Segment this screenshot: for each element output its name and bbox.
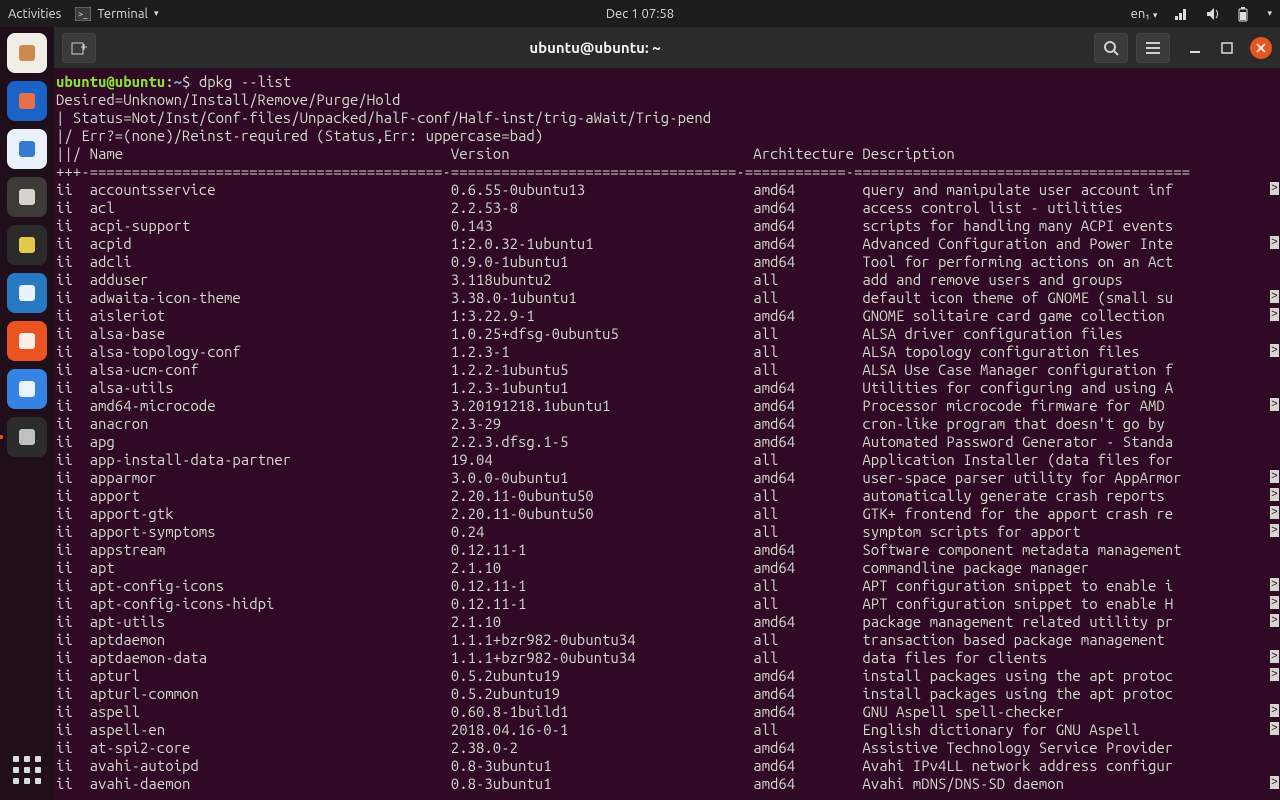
package-row: ii anacron 2.3-29 amd64 cron-like progra… bbox=[56, 415, 1173, 432]
package-row: ii acl 2.2.53-8 amd64 access control lis… bbox=[56, 199, 1123, 216]
close-button[interactable] bbox=[1250, 37, 1272, 59]
line-overflow-indicator: > bbox=[1270, 704, 1279, 717]
line-overflow-indicator: > bbox=[1270, 578, 1279, 591]
package-row: ii apt-config-icons-hidpi 0.12.11-1 all … bbox=[56, 595, 1173, 612]
maximize-icon bbox=[1221, 42, 1233, 54]
prompt-command: dpkg --list bbox=[199, 73, 291, 90]
line-overflow-indicator: > bbox=[1270, 308, 1279, 321]
system-menu-chevron-icon[interactable]: ▾ bbox=[1267, 8, 1272, 19]
activities-button[interactable]: Activities bbox=[8, 7, 61, 21]
close-icon bbox=[1256, 43, 1266, 53]
help-icon[interactable] bbox=[7, 369, 47, 409]
active-indicator bbox=[0, 435, 3, 439]
terminal-window: ubuntu@ubuntu: ~ ubuntu@ubuntu:~$ dpkg -… bbox=[54, 27, 1280, 800]
line-overflow-indicator: > bbox=[1270, 290, 1279, 303]
search-icon bbox=[1103, 40, 1119, 56]
package-row: ii accountsservice 0.6.55-0ubuntu13 amd6… bbox=[56, 181, 1173, 198]
search-button[interactable] bbox=[1094, 33, 1128, 63]
line-overflow-indicator: > bbox=[1270, 524, 1279, 537]
package-row: ii apt-utils 2.1.10 amd64 package manage… bbox=[56, 613, 1173, 630]
minimize-button[interactable] bbox=[1186, 39, 1204, 57]
line-overflow-indicator: > bbox=[1270, 506, 1279, 519]
package-row: ii aspell-en 2018.04.16-0-1 all English … bbox=[56, 721, 1140, 738]
package-row: ii apport 2.20.11-0ubuntu50 all automati… bbox=[56, 487, 1173, 504]
terminal-output[interactable]: ubuntu@ubuntu:~$ dpkg --list Desired=Unk… bbox=[54, 69, 1280, 800]
software-icon[interactable] bbox=[7, 321, 47, 361]
line-overflow-indicator: > bbox=[1270, 344, 1279, 357]
package-row: ii adcli 0.9.0-1ubuntu1 amd64 Tool for p… bbox=[56, 253, 1173, 270]
line-overflow-indicator: > bbox=[1270, 236, 1279, 249]
line-overflow-indicator: > bbox=[1270, 614, 1279, 627]
gnome-topbar: Activities >_ Terminal ▾ Dec 1 07:58 en₁… bbox=[0, 0, 1280, 27]
hamburger-menu-button[interactable] bbox=[1136, 33, 1170, 63]
package-row: ii aspell 0.60.8-1build1 amd64 GNU Aspel… bbox=[56, 703, 1064, 720]
window-title: ubuntu@ubuntu: ~ bbox=[104, 39, 1086, 56]
package-row: ii at-spi2-core 2.38.0-2 amd64 Assistive… bbox=[56, 739, 1173, 756]
line-overflow-indicator: > bbox=[1270, 470, 1279, 483]
package-row: ii aisleriot 1:3.22.9-1 amd64 GNOME soli… bbox=[56, 307, 1165, 324]
line-overflow-indicator: > bbox=[1270, 182, 1279, 195]
package-row: ii acpi-support 0.143 amd64 scripts for … bbox=[56, 217, 1173, 234]
line-overflow-indicator: > bbox=[1270, 776, 1279, 789]
line-overflow-indicator: > bbox=[1270, 488, 1279, 501]
package-row: ii amd64-microcode 3.20191218.1ubuntu1 a… bbox=[56, 397, 1173, 414]
package-row: ii avahi-daemon 0.8-3ubuntu1 amd64 Avahi… bbox=[56, 775, 1064, 792]
network-icon[interactable] bbox=[1173, 6, 1189, 22]
clock[interactable]: Dec 1 07:58 bbox=[606, 7, 674, 21]
terminal-icon[interactable] bbox=[7, 417, 47, 457]
battery-icon[interactable] bbox=[1237, 6, 1251, 22]
package-row: ii appstream 0.12.11-1 amd64 Software co… bbox=[56, 541, 1182, 558]
writer-icon[interactable] bbox=[7, 273, 47, 313]
input-source-indicator[interactable]: en₁ ▾ bbox=[1131, 7, 1158, 21]
package-row: ii apt-config-icons 0.12.11-1 all APT co… bbox=[56, 577, 1173, 594]
line-overflow-indicator: > bbox=[1270, 668, 1279, 681]
appmenu-label: Terminal bbox=[97, 7, 148, 21]
package-row: ii apg 2.2.3.dfsg.1-5 amd64 Automated Pa… bbox=[56, 433, 1173, 450]
new-tab-button[interactable] bbox=[62, 33, 96, 63]
prompt-userhost: ubuntu@ubuntu bbox=[56, 73, 165, 90]
appmenu-terminal[interactable]: >_ Terminal ▾ bbox=[75, 7, 158, 21]
volume-icon[interactable] bbox=[1205, 6, 1221, 22]
chevron-down-icon: ▾ bbox=[154, 8, 159, 19]
package-row: ii app-install-data-partner 19.04 all Ap… bbox=[56, 451, 1173, 468]
files-icon[interactable] bbox=[7, 177, 47, 217]
maximize-button[interactable] bbox=[1218, 39, 1236, 57]
package-row: ii adwaita-icon-theme 3.38.0-1ubuntu1 al… bbox=[56, 289, 1173, 306]
home-icon[interactable] bbox=[7, 33, 47, 73]
input-source-label: en₁ bbox=[1131, 7, 1150, 21]
package-row: ii alsa-topology-conf 1.2.3-1 all ALSA t… bbox=[56, 343, 1140, 360]
package-row: ii apturl 0.5.2ubuntu19 amd64 install pa… bbox=[56, 667, 1173, 684]
thunderbird-icon[interactable] bbox=[7, 129, 47, 169]
package-row: ii apport-gtk 2.20.11-0ubuntu50 all GTK+… bbox=[56, 505, 1173, 522]
minimize-icon bbox=[1189, 42, 1201, 54]
hamburger-icon bbox=[1145, 42, 1161, 54]
package-row: ii avahi-autoipd 0.8-3ubuntu1 amd64 Avah… bbox=[56, 757, 1173, 774]
rhythmbox-icon[interactable] bbox=[7, 225, 47, 265]
package-row: ii aptdaemon 1.1.1+bzr982-0ubuntu34 all … bbox=[56, 631, 1173, 648]
package-row: ii aptdaemon-data 1.1.1+bzr982-0ubuntu34… bbox=[56, 649, 1047, 666]
package-row: ii acpid 1:2.0.32-1ubuntu1 amd64 Advance… bbox=[56, 235, 1173, 252]
ubuntu-dock bbox=[0, 27, 54, 800]
package-row: ii alsa-utils 1.2.3-1ubuntu1 amd64 Utili… bbox=[56, 379, 1173, 396]
terminal-icon: >_ bbox=[75, 7, 91, 21]
package-row: ii apparmor 3.0.0-0ubuntu1 amd64 user-sp… bbox=[56, 469, 1182, 486]
prompt-path: ~ bbox=[174, 73, 182, 90]
firefox-icon[interactable] bbox=[7, 81, 47, 121]
package-row: ii adduser 3.118ubuntu2 all add and remo… bbox=[56, 271, 1123, 288]
package-row: ii apturl-common 0.5.2ubuntu19 amd64 ins… bbox=[56, 685, 1173, 702]
package-row: ii alsa-ucm-conf 1.2.2-1ubuntu5 all ALSA… bbox=[56, 361, 1173, 378]
package-row: ii alsa-base 1.0.25+dfsg-0ubuntu5 all AL… bbox=[56, 325, 1123, 342]
line-overflow-indicator: > bbox=[1270, 596, 1279, 609]
show-applications-button[interactable] bbox=[7, 750, 47, 790]
line-overflow-indicator: > bbox=[1270, 650, 1279, 663]
package-row: ii apt 2.1.10 amd64 commandline package … bbox=[56, 559, 1089, 576]
terminal-titlebar: ubuntu@ubuntu: ~ bbox=[54, 27, 1280, 69]
svg-text:>_: >_ bbox=[78, 9, 88, 19]
chevron-down-icon: ▾ bbox=[1153, 10, 1158, 20]
line-overflow-indicator: > bbox=[1270, 722, 1279, 735]
line-overflow-indicator: > bbox=[1270, 398, 1279, 411]
new-tab-icon bbox=[71, 41, 87, 55]
package-row: ii apport-symptoms 0.24 all symptom scri… bbox=[56, 523, 1081, 540]
